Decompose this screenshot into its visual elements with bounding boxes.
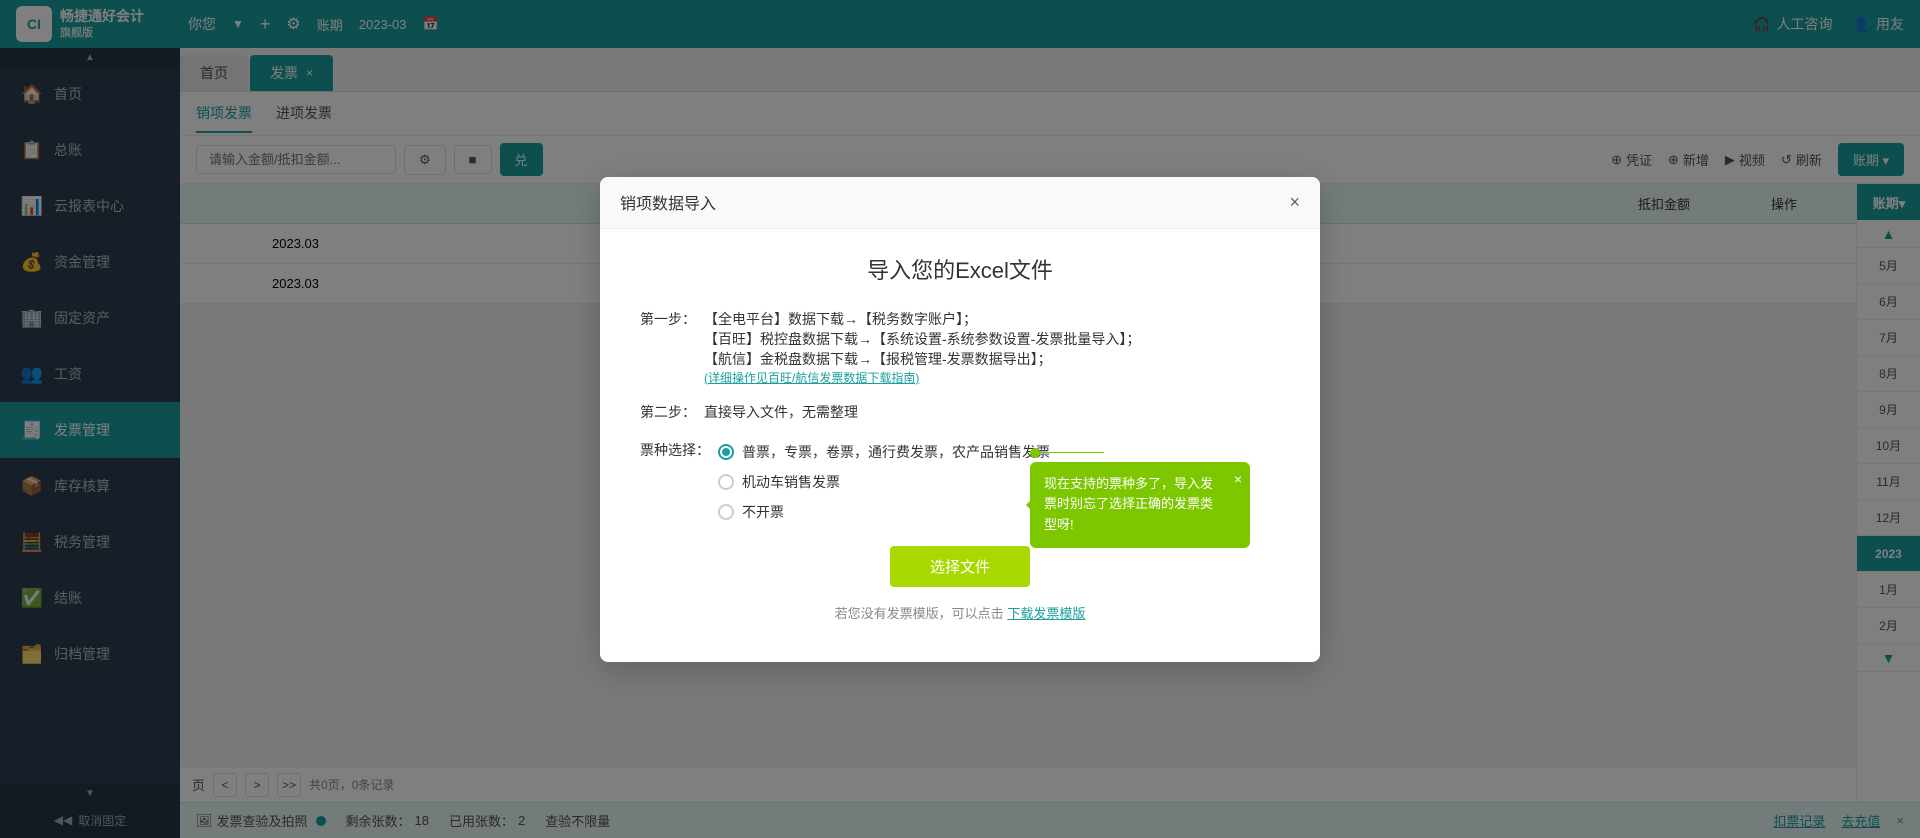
tooltip-bubble: 现在支持的票种多了，导入发票时别忘了选择正确的发票类型呀! × xyxy=(1030,462,1250,548)
step1-row: 第一步： 【全电平台】数据下载→【税务数字账户】； 【百旺】税控盘数据下载→【系… xyxy=(640,309,1280,386)
tooltip-container: 现在支持的票种多了，导入发票时别忘了选择正确的发票类型呀! × xyxy=(1030,448,1250,548)
step1-guide-link[interactable]: (详细操作见百旺/航信发票数据下载指南) xyxy=(704,371,919,385)
modal-step2: 第二步： 直接导入文件，无需整理 xyxy=(640,402,1280,422)
step1-link: (详细操作见百旺/航信发票数据下载指南) xyxy=(704,369,1140,386)
download-template-link[interactable]: 下载发票模版 xyxy=(1007,606,1085,621)
modal-step1: 第一步： 【全电平台】数据下载→【税务数字账户】； 【百旺】税控盘数据下载→【系… xyxy=(640,309,1280,386)
tooltip-connector-dot xyxy=(1030,448,1040,458)
radio-group: 普票，专票，卷票，通行费发票，农产品销售发票 机动车销售发票 不开票 xyxy=(718,442,1050,522)
modal-big-title: 导入您的Excel文件 xyxy=(640,253,1280,285)
tooltip-text: 现在支持的票种多了，导入发票时别忘了选择正确的发票类型呀! xyxy=(1044,476,1213,533)
radio-no-ticket[interactable]: 不开票 xyxy=(718,502,1050,522)
step1-line-3: 【航信】金税盘数据下载→【报税管理-发票数据导出】； xyxy=(704,349,1140,369)
radio-motor-circle xyxy=(718,474,734,490)
step1-content: 【全电平台】数据下载→【税务数字账户】； 【百旺】税控盘数据下载→【系统设置-系… xyxy=(704,309,1140,386)
step1-line-1: 【全电平台】数据下载→【税务数字账户】； xyxy=(704,309,1140,329)
select-file-btn[interactable]: 选择文件 xyxy=(890,546,1030,587)
radio-normal[interactable]: 普票，专票，卷票，通行费发票，农产品销售发票 xyxy=(718,442,1050,462)
tooltip-close-btn[interactable]: × xyxy=(1234,468,1242,490)
radio-normal-circle xyxy=(718,444,734,460)
radio-normal-dot xyxy=(722,448,730,456)
ticket-label: 票种选择： xyxy=(640,438,710,460)
radio-no-ticket-circle xyxy=(718,504,734,520)
radio-normal-label: 普票，专票，卷票，通行费发票，农产品销售发票 xyxy=(742,442,1050,462)
modal-header: 销项数据导入 × xyxy=(600,177,1320,229)
tooltip-connector-line xyxy=(1044,452,1104,453)
modal-close-btn[interactable]: × xyxy=(1289,192,1300,213)
step1-label: 第一步： xyxy=(640,309,696,386)
step2-label: 第二步： xyxy=(640,402,696,422)
radio-no-ticket-label: 不开票 xyxy=(742,502,784,522)
modal-title: 销项数据导入 xyxy=(620,190,716,214)
step2-content: 直接导入文件，无需整理 xyxy=(704,402,858,422)
select-file-section: 选择文件 xyxy=(640,546,1280,587)
radio-motor-label: 机动车销售发票 xyxy=(742,472,840,492)
overlay: 销项数据导入 × 导入您的Excel文件 第一步： 【全电平台】数据下载→【税务… xyxy=(0,0,1920,838)
modal-body: 导入您的Excel文件 第一步： 【全电平台】数据下载→【税务数字账户】； 【百… xyxy=(600,229,1320,662)
radio-motor[interactable]: 机动车销售发票 xyxy=(718,472,1050,492)
step1-line-2: 【百旺】税控盘数据下载→【系统设置-系统参数设置-发票批量导入】； xyxy=(704,329,1140,349)
ticket-select-section: 票种选择： 普票，专票，卷票，通行费发票，农产品销售发票 机动车销售 xyxy=(640,438,1280,522)
tooltip-arrow xyxy=(1020,499,1032,511)
modal-footer-note: 若您没有发票模版，可以点击 下载发票模版 xyxy=(640,603,1280,622)
step2-row: 第二步： 直接导入文件，无需整理 xyxy=(640,402,1280,422)
import-modal: 销项数据导入 × 导入您的Excel文件 第一步： 【全电平台】数据下载→【税务… xyxy=(600,177,1320,662)
